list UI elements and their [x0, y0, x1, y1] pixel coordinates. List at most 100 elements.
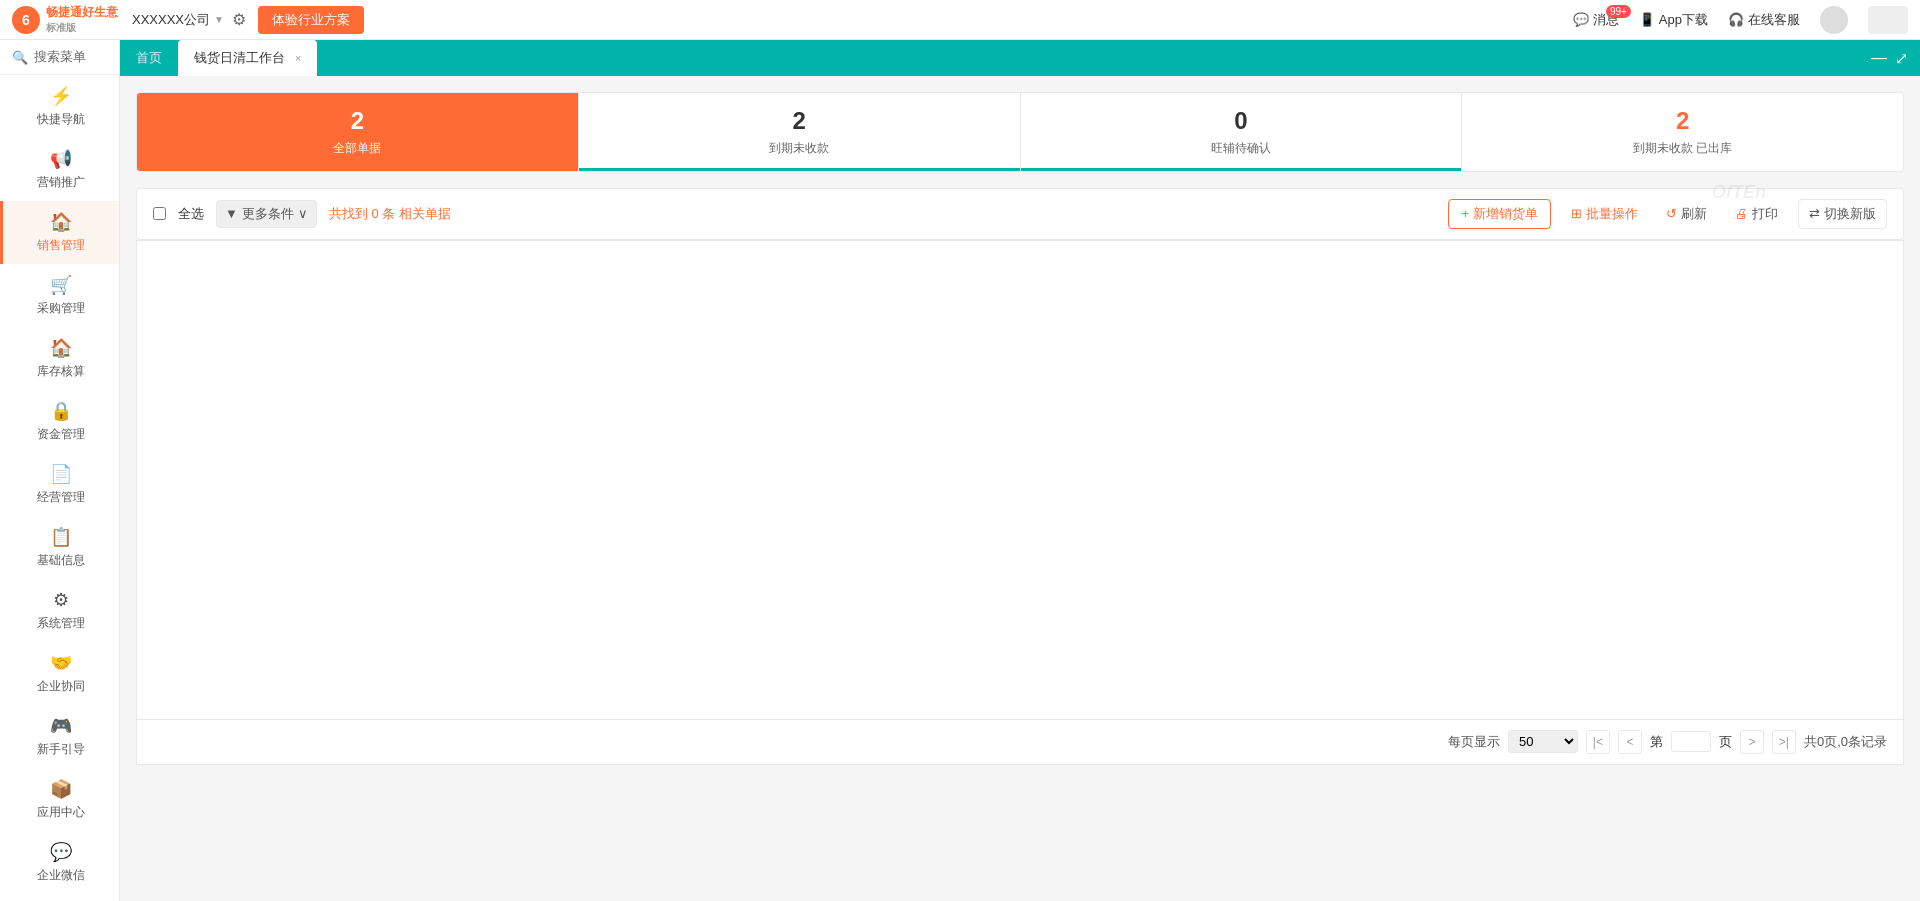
sidebar-search-label: 搜索菜单 — [34, 48, 86, 66]
tab-daily-work[interactable]: 钱货日清工作台 × — [178, 40, 317, 76]
found-count-num: 0 — [372, 206, 379, 221]
sidebar-item-wechat[interactable]: 💬 企业微信 — [0, 831, 119, 894]
filter-label: 更多条件 — [242, 205, 294, 223]
nav-tabs: 首页 钱货日清工作台 × — ⤢ — [120, 40, 1920, 76]
switch-icon: ⇄ — [1809, 206, 1820, 221]
service-label: 在线客服 — [1748, 11, 1800, 29]
service-icon: 🎧 — [1728, 12, 1744, 27]
app-logo: 6 畅捷通好生意 标准版 — [12, 4, 132, 35]
toolbar-right: + 新增销货单 ⊞ 批量操作 ↺ 刷新 🖨 打印 ⇄ 切换新版 — [1448, 199, 1887, 229]
page-number-input[interactable]: 1 — [1671, 731, 1711, 752]
print-icon: 🖨 — [1735, 206, 1748, 221]
settings-icon[interactable]: ⚙ — [232, 10, 246, 29]
switch-version-button[interactable]: ⇄ 切换新版 — [1798, 199, 1887, 229]
stat-card-overdue[interactable]: 2 到期未收款 — [579, 93, 1021, 171]
user-name-area[interactable] — [1868, 6, 1908, 34]
add-sales-order-button[interactable]: + 新增销货单 — [1448, 199, 1551, 229]
page-size-select[interactable]: 50 20 100 — [1508, 730, 1578, 753]
app-download-button[interactable]: 📱 App下载 — [1639, 11, 1708, 29]
sidebar-item-quick-nav[interactable]: ⚡ 快捷导航 — [0, 75, 119, 138]
sidebar-item-label: 应用中心 — [37, 804, 85, 821]
print-button[interactable]: 🖨 打印 — [1727, 200, 1786, 228]
switch-label: 切换新版 — [1824, 205, 1876, 223]
sidebar-item-inventory[interactable]: 🏠 库存核算 — [0, 327, 119, 390]
sidebar-item-enterprise[interactable]: 🤝 企业协同 — [0, 642, 119, 705]
underline-bar — [579, 168, 1020, 171]
avatar[interactable] — [1820, 6, 1848, 34]
sidebar-item-label: 新手引导 — [37, 741, 85, 758]
trial-button[interactable]: 体验行业方案 — [258, 6, 364, 34]
page-next-button[interactable]: > — [1740, 730, 1764, 754]
page-first-button[interactable]: |< — [1586, 730, 1610, 754]
stat-card-wangpu[interactable]: 0 旺辅待确认 — [1021, 93, 1463, 171]
sidebar-item-marketing[interactable]: 📢 营销推广 — [0, 138, 119, 201]
online-service-button[interactable]: 🎧 在线客服 — [1728, 11, 1800, 29]
logo-icon: 6 — [12, 6, 40, 34]
sidebar-item-label: 企业微信 — [37, 867, 85, 884]
stat-label-overdue: 到期未收款 — [599, 140, 1000, 157]
sidebar-item-label: 库存核算 — [37, 363, 85, 380]
stat-num-wangpu: 0 — [1041, 107, 1442, 136]
refresh-icon: ↺ — [1666, 206, 1677, 221]
message-button[interactable]: 💬 消息 99+ — [1573, 11, 1619, 29]
inventory-icon: 🏠 — [50, 337, 72, 359]
sidebar-item-member[interactable]: ◇ 畅会员 — [0, 894, 119, 901]
stat-num-overdue: 2 — [599, 107, 1000, 136]
sidebar-item-system[interactable]: ⚙ 系统管理 — [0, 579, 119, 642]
page-last-button[interactable]: >| — [1772, 730, 1796, 754]
company-selector[interactable]: XXXXXX公司 ▼ — [132, 11, 224, 29]
sidebar-item-sales[interactable]: 🏠 销售管理 — [0, 201, 119, 264]
batch-label: 批量操作 — [1586, 205, 1638, 223]
sidebar-item-finance[interactable]: 🔒 资金管理 — [0, 390, 119, 453]
stat-label-shipped: 到期未收款 已出库 — [1482, 140, 1883, 157]
sales-icon: 🏠 — [50, 211, 72, 233]
sidebar-item-label: 快捷导航 — [37, 111, 85, 128]
sidebar-item-guide[interactable]: 🎮 新手引导 — [0, 705, 119, 768]
select-all-checkbox[interactable] — [153, 207, 166, 220]
stat-label-all: 全部单据 — [157, 140, 558, 157]
company-name: XXXXXX公司 — [132, 11, 210, 29]
sidebar-item-operations[interactable]: 📄 经营管理 — [0, 453, 119, 516]
stat-card-all[interactable]: 2 全部单据 — [137, 93, 579, 171]
window-expand-icon[interactable]: ⤢ — [1895, 49, 1908, 68]
window-minimize-icon[interactable]: — — [1871, 49, 1887, 67]
page-prev-button[interactable]: < — [1618, 730, 1642, 754]
sidebar-item-label: 系统管理 — [37, 615, 85, 632]
sidebar-item-basic-info[interactable]: 📋 基础信息 — [0, 516, 119, 579]
sidebar-search[interactable]: 🔍 搜索菜单 — [0, 40, 119, 75]
quick-nav-icon: ⚡ — [50, 85, 72, 107]
batch-icon: ⊞ — [1571, 206, 1582, 221]
tab-close-icon[interactable]: × — [295, 52, 301, 64]
pagination-bar: 每页显示 50 20 100 |< < 第 1 页 > >| 共0页,0条记录 — [136, 720, 1904, 765]
page-size-label: 每页显示 — [1448, 733, 1500, 751]
found-count: 共找到 0 条 相关单据 — [329, 205, 451, 223]
page-label-end: 页 — [1719, 733, 1732, 751]
batch-operation-button[interactable]: ⊞ 批量操作 — [1563, 200, 1646, 228]
underline-bar-wangpu — [1021, 168, 1462, 171]
topbar-right: 💬 消息 99+ 📱 App下载 🎧 在线客服 — [1573, 6, 1908, 34]
sidebar-item-app-center[interactable]: 📦 应用中心 — [0, 768, 119, 831]
print-label: 打印 — [1752, 205, 1778, 223]
sidebar-item-label: 采购管理 — [37, 300, 85, 317]
filter-button[interactable]: ▼ 更多条件 ∨ — [216, 200, 317, 228]
app-center-icon: 📦 — [50, 778, 72, 800]
sidebar-item-label: 经营管理 — [37, 489, 85, 506]
stat-num-shipped: 2 — [1482, 107, 1883, 136]
enterprise-icon: 🤝 — [50, 652, 72, 674]
add-icon: + — [1461, 206, 1469, 221]
sidebar-item-label: 销售管理 — [37, 237, 85, 254]
filter-dropdown-icon: ∨ — [298, 206, 308, 221]
refresh-button[interactable]: ↺ 刷新 — [1658, 200, 1715, 228]
nav-tab-controls: — ⤢ — [1871, 49, 1920, 68]
sidebar-item-purchase[interactable]: 🛒 采购管理 — [0, 264, 119, 327]
app-download-icon: 📱 — [1639, 12, 1655, 27]
app-name: 畅捷通好生意 — [46, 4, 118, 21]
stat-card-shipped[interactable]: 2 到期未收款 已出库 — [1462, 93, 1903, 171]
main-content: 2 全部单据 2 到期未收款 0 旺辅待确认 2 到期未收款 已出库 全选 ▼ … — [120, 76, 1920, 901]
stat-cards: 2 全部单据 2 到期未收款 0 旺辅待确认 2 到期未收款 已出库 — [136, 92, 1904, 172]
operations-icon: 📄 — [50, 463, 72, 485]
guide-icon: 🎮 — [50, 715, 72, 737]
search-icon: 🔍 — [12, 50, 28, 65]
page-total: 共0页,0条记录 — [1804, 733, 1887, 751]
tab-home[interactable]: 首页 — [120, 40, 178, 76]
